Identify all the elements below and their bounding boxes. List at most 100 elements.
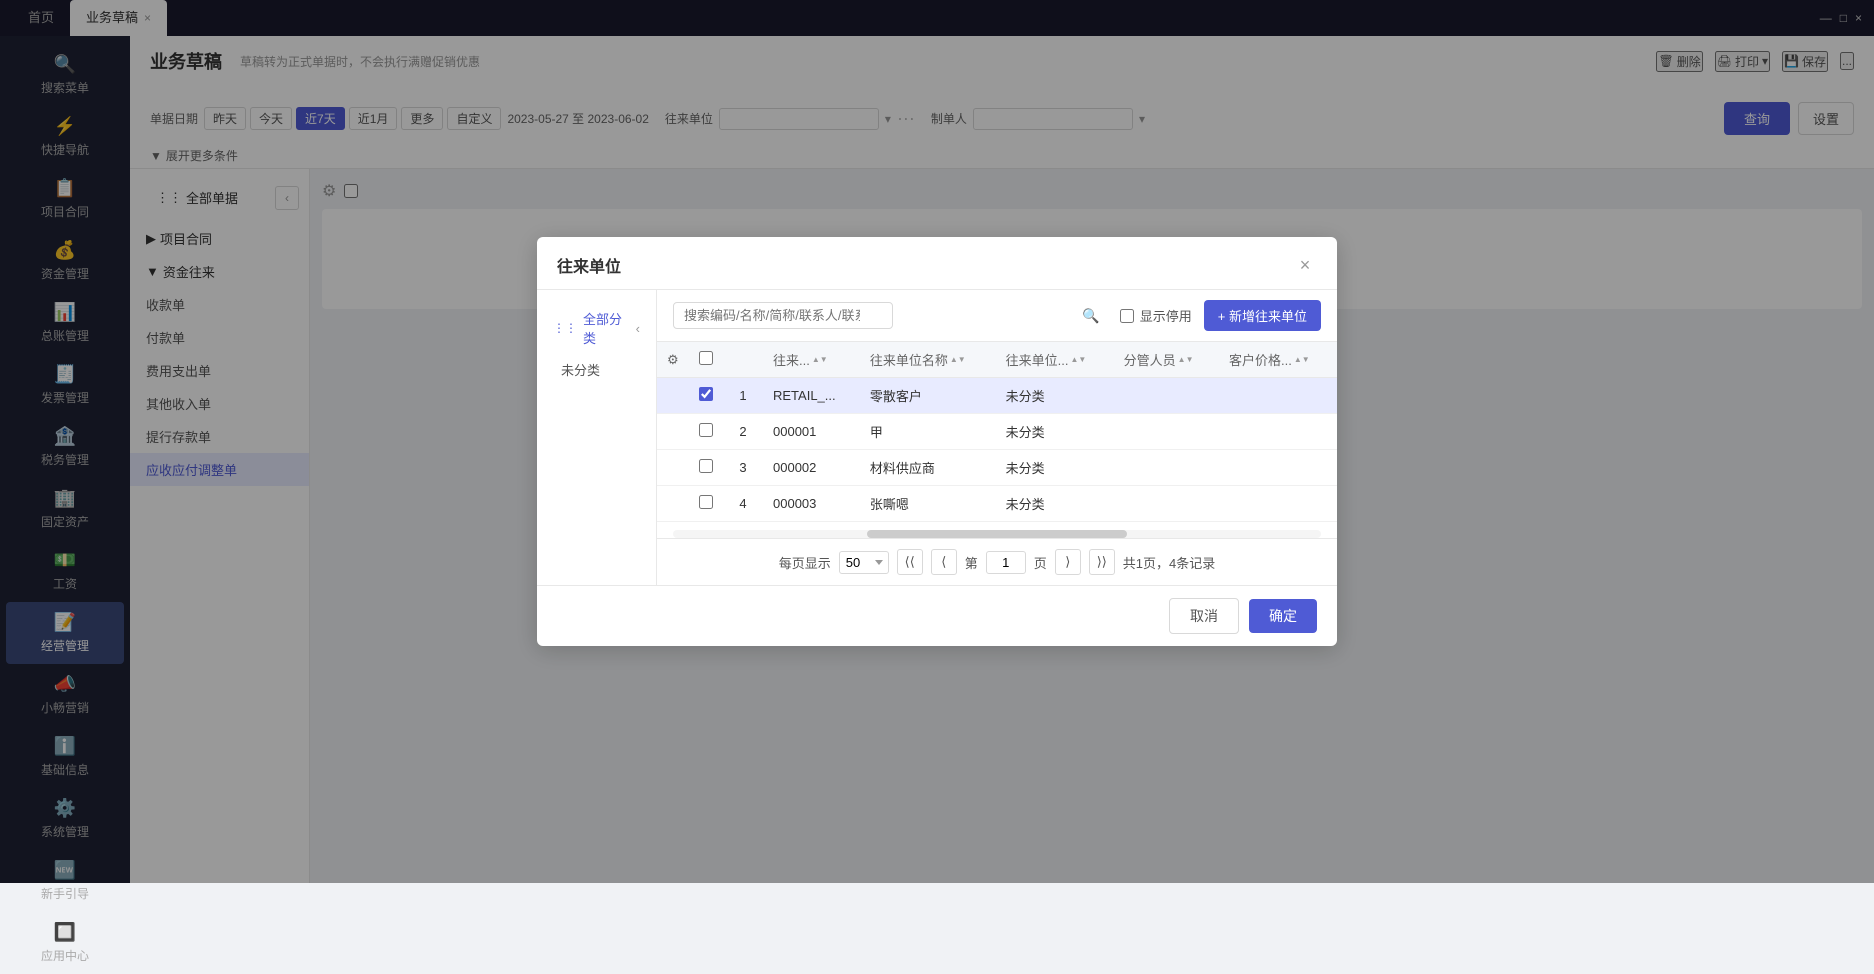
row-category: 未分类 [996,378,1114,414]
show-disabled-text: 显示停用 [1140,306,1192,325]
prev-page-button[interactable]: ⟨ [931,549,957,575]
row-person [1114,378,1219,414]
all-category-label: 全部分类 [583,309,630,347]
page-number-label: 第 [965,553,978,572]
col-name-label: 往来单位名称 [870,350,948,369]
dialog-footer: 取消 确定 [537,585,1337,646]
dialog-title: 往来单位 [557,253,621,277]
per-page-select[interactable]: 50 100 200 [839,551,889,574]
row-check[interactable] [689,414,723,450]
dialog-close-button[interactable]: × [1293,253,1317,277]
row-category: 未分类 [996,414,1114,450]
col-num-header [723,342,763,378]
row-code: 000003 [763,486,860,522]
dialog-all-category[interactable]: ⋮⋮ 全部分类 ‹ [537,302,656,354]
col-price-header[interactable]: 客户价格... ▲▼ [1219,342,1337,378]
dialog-body: ⋮⋮ 全部分类 ‹ 未分类 🔍 显示停用 [537,290,1337,585]
col-code-header[interactable]: 往来... ▲▼ [763,342,860,378]
page-input[interactable] [986,551,1026,574]
show-disabled-label[interactable]: 显示停用 [1120,306,1192,325]
row-name: 甲 [860,414,996,450]
row-settings [657,486,689,522]
dialog-right-panel: 🔍 显示停用 + 新增往来单位 ⚙ [657,290,1337,585]
row-num: 4 [723,486,763,522]
dialog-left-panel: ⋮⋮ 全部分类 ‹ 未分类 [537,290,657,585]
col-code-label: 往来... [773,350,810,369]
row-person [1114,450,1219,486]
dialog-table-wrap: ⚙ 往来... ▲▼ [657,342,1337,530]
row-person [1114,486,1219,522]
dialog-search-row: 🔍 显示停用 + 新增往来单位 [657,290,1337,342]
col-person-label: 分管人员 [1124,350,1176,369]
sort-icon: ▲▼ [812,356,828,364]
col-check-header[interactable] [689,342,723,378]
table-row[interactable]: 2 000001 甲 未分类 [657,414,1337,450]
col-category-header[interactable]: 往来单位... ▲▼ [996,342,1114,378]
row-code: 000002 [763,450,860,486]
table-row[interactable]: 4 000003 张嘶嗯 未分类 [657,486,1337,522]
col-category-label: 往来单位... [1006,350,1069,369]
sidebar-apps-label: 应用中心 [41,947,89,964]
sort-icon5: ▲▼ [1294,356,1310,364]
dialog-table-head: ⚙ 往来... ▲▼ [657,342,1337,378]
row-name: 材料供应商 [860,450,996,486]
row-code: RETAIL_... [763,378,860,414]
table-row[interactable]: 1 RETAIL_... 零散客户 未分类 [657,378,1337,414]
unit-dialog: 往来单位 × ⋮⋮ 全部分类 ‹ 未分类 🔍 [537,237,1337,646]
total-label: 共1页，4条记录 [1123,553,1215,572]
dialog-header: 往来单位 × [537,237,1337,290]
row-settings [657,414,689,450]
table-row[interactable]: 3 000002 材料供应商 未分类 [657,450,1337,486]
row-category: 未分类 [996,450,1114,486]
col-settings-header[interactable]: ⚙ [657,342,689,378]
sort-icon4: ▲▼ [1178,356,1194,364]
row-check[interactable] [689,378,723,414]
row-category: 未分类 [996,486,1114,522]
dialog-table: ⚙ 往来... ▲▼ [657,342,1337,522]
sort-icon2: ▲▼ [950,356,966,364]
h-scrollbar-thumb[interactable] [867,530,1126,538]
header-checkbox[interactable] [699,351,713,365]
dialog-uncategorized[interactable]: 未分类 [537,354,656,385]
add-unit-button[interactable]: + 新增往来单位 [1204,300,1321,331]
collapse-left-icon[interactable]: ‹ [636,321,640,336]
dialog-table-header-row: ⚙ 往来... ▲▼ [657,342,1337,378]
row-name: 张嘶嗯 [860,486,996,522]
row-check[interactable] [689,486,723,522]
h-scrollbar[interactable] [673,530,1321,538]
row-price [1219,414,1337,450]
row-num: 2 [723,414,763,450]
first-page-button[interactable]: ⟨⟨ [897,549,923,575]
confirm-button[interactable]: 确定 [1249,599,1317,633]
row-num: 3 [723,450,763,486]
row-settings [657,450,689,486]
dialog-search-input[interactable] [673,302,893,329]
cancel-button[interactable]: 取消 [1169,598,1239,634]
sort-icon3: ▲▼ [1070,356,1086,364]
sidebar-item-apps[interactable]: 🔲 应用中心 [0,912,130,974]
row-settings [657,378,689,414]
row-price [1219,486,1337,522]
row-price [1219,450,1337,486]
col-price-label: 客户价格... [1229,350,1292,369]
col-person-header[interactable]: 分管人员 ▲▼ [1114,342,1219,378]
dialog-pagination: 每页显示 50 100 200 ⟨⟨ ⟨ 第 页 ⟩ ⟩⟩ 共1页，4条记录 [657,538,1337,585]
dialog-overlay: 往来单位 × ⋮⋮ 全部分类 ‹ 未分类 🔍 [0,0,1874,883]
page-label: 页 [1034,553,1047,572]
row-num: 1 [723,378,763,414]
per-page-label: 每页显示 [779,553,831,572]
next-page-button[interactable]: ⟩ [1055,549,1081,575]
col-name-header[interactable]: 往来单位名称 ▲▼ [860,342,996,378]
dialog-table-body: 1 RETAIL_... 零散客户 未分类 2 [657,378,1337,522]
row-person [1114,414,1219,450]
row-price [1219,378,1337,414]
apps-icon: 🔲 [54,922,76,943]
last-page-button[interactable]: ⟩⟩ [1089,549,1115,575]
row-code: 000001 [763,414,860,450]
show-disabled-checkbox[interactable] [1120,309,1134,323]
sidebar-guide-label: 新手引导 [41,885,89,902]
row-check[interactable] [689,450,723,486]
search-wrapper: 🔍 [673,302,1108,329]
search-icon: 🔍 [1082,307,1099,324]
row-name: 零散客户 [860,378,996,414]
